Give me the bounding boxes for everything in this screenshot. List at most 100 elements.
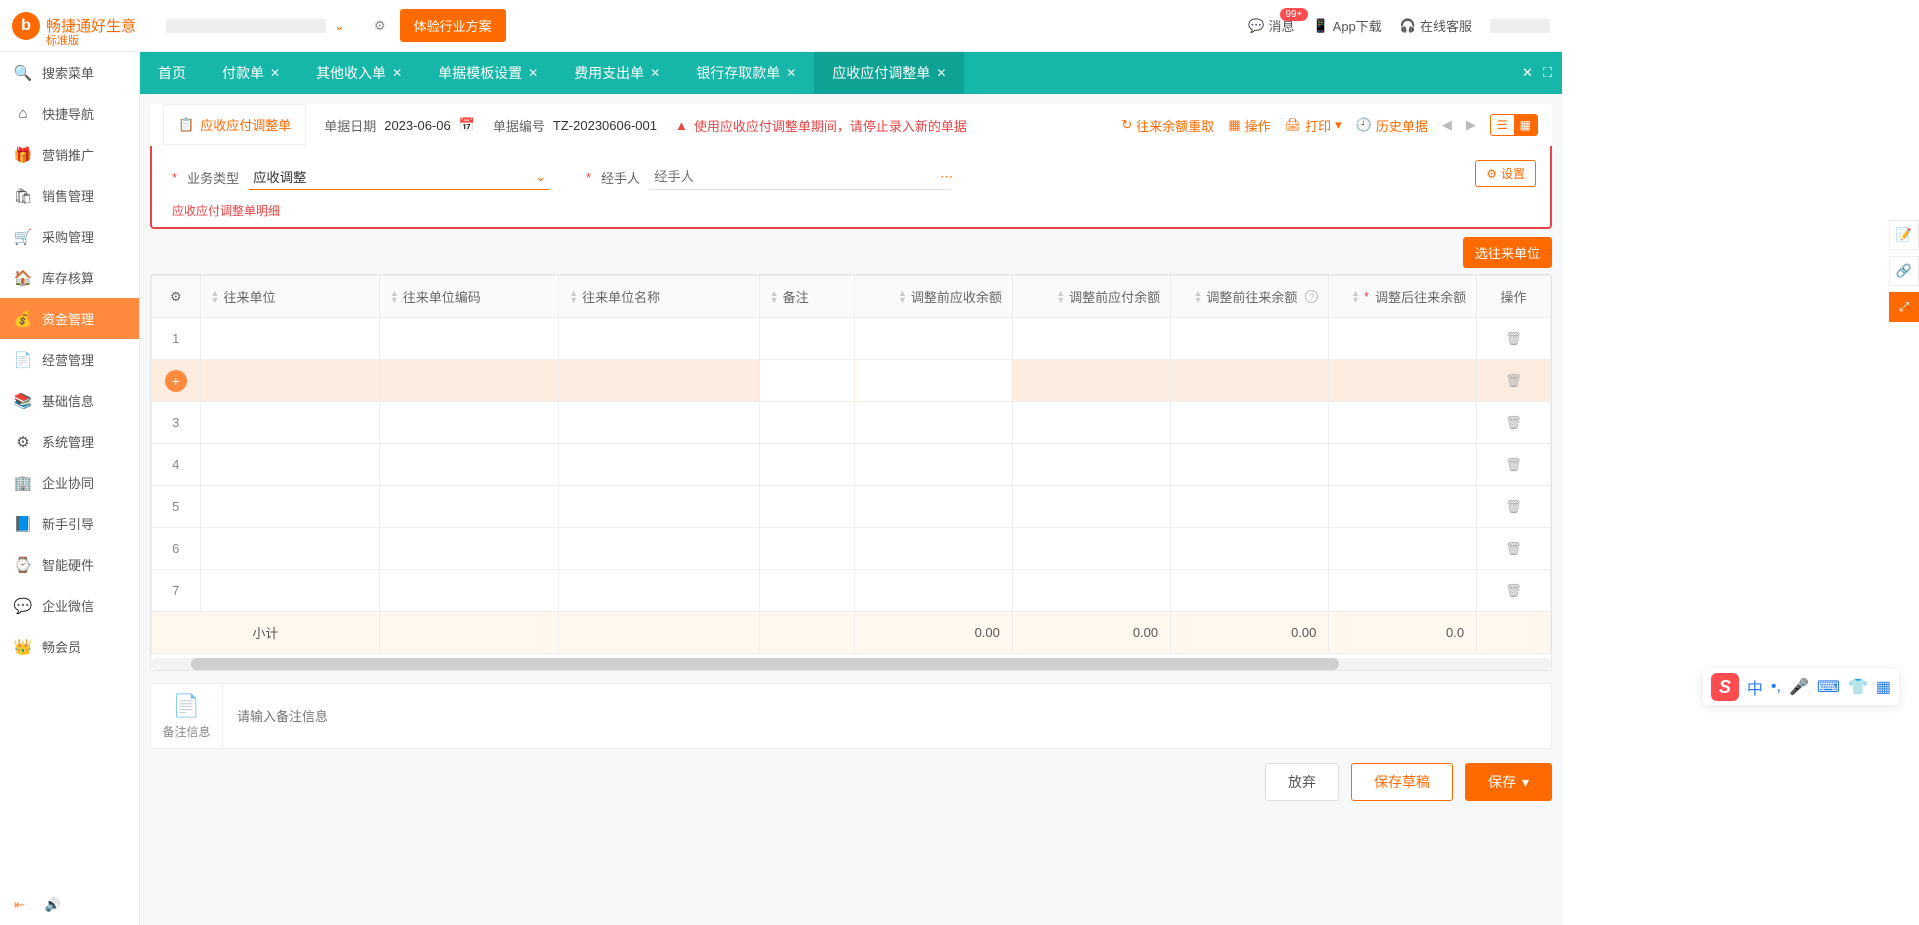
- sidebar-item-inventory[interactable]: 🏠库存核算: [0, 257, 139, 298]
- gear-icon[interactable]: ⚙: [374, 18, 386, 34]
- cell-post-bal[interactable]: [1329, 360, 1477, 402]
- col-unit-name[interactable]: ▲▼往来单位名称: [559, 276, 759, 318]
- operate-button[interactable]: ▦操作: [1228, 116, 1270, 135]
- ime-grid-icon[interactable]: ▦: [1876, 677, 1891, 697]
- cell-post-bal[interactable]: [1329, 318, 1477, 360]
- cell-pre-recv[interactable]: [854, 528, 1012, 570]
- sidebar-item-funds[interactable]: 💰资金管理: [0, 298, 139, 339]
- ime-dot-icon[interactable]: •,: [1771, 678, 1781, 696]
- cell-pre-recv[interactable]: [854, 486, 1012, 528]
- cell-pre-bal[interactable]: [1171, 486, 1329, 528]
- sidebar-item-operation[interactable]: 📄经营管理: [0, 339, 139, 380]
- org-selector[interactable]: ⌄: [166, 18, 366, 34]
- col-config[interactable]: ⚙: [152, 276, 201, 318]
- next-icon[interactable]: ▶: [1466, 117, 1476, 133]
- sidebar-item-system[interactable]: ⚙系统管理: [0, 421, 139, 462]
- cell-pre-pay[interactable]: [1012, 444, 1170, 486]
- cell-pre-recv[interactable]: [854, 318, 1012, 360]
- col-remark[interactable]: ▲▼备注: [759, 276, 854, 318]
- table-row[interactable]: 3🗑: [152, 402, 1551, 444]
- help-icon[interactable]: ?: [1305, 290, 1318, 303]
- sidebar-item-enterprise[interactable]: 🏢企业协同: [0, 462, 139, 503]
- ime-keyboard-icon[interactable]: ⌨: [1817, 677, 1840, 697]
- table-row[interactable]: 6🗑: [152, 528, 1551, 570]
- table-row[interactable]: +🗑: [152, 360, 1551, 402]
- ime-lang[interactable]: 中: [1747, 675, 1763, 699]
- cell-remark[interactable]: [759, 486, 854, 528]
- cell-unit-name[interactable]: [559, 360, 759, 402]
- cell-unit-name[interactable]: [559, 528, 759, 570]
- sidebar-item-quick-nav[interactable]: ⌂快捷导航: [0, 93, 139, 134]
- table-row[interactable]: 5🗑: [152, 486, 1551, 528]
- cell-post-bal[interactable]: [1329, 402, 1477, 444]
- cell-unit[interactable]: [200, 570, 379, 612]
- cell-remark[interactable]: [759, 570, 854, 612]
- fullscreen-icon[interactable]: ⛶: [1543, 65, 1552, 81]
- print-button[interactable]: 🖨打印 ▾: [1285, 116, 1342, 135]
- cell-post-bal[interactable]: [1329, 570, 1477, 612]
- history-button[interactable]: 🕘历史单据: [1356, 116, 1428, 135]
- cell-unit-code[interactable]: [379, 360, 558, 402]
- tab-银行存取款单[interactable]: 银行存取款单✕: [678, 52, 814, 94]
- horizontal-scrollbar[interactable]: [151, 658, 1551, 670]
- col-unit-code[interactable]: ▲▼往来单位编码: [379, 276, 558, 318]
- add-row-button[interactable]: +: [165, 370, 187, 392]
- cell-pre-recv[interactable]: [854, 402, 1012, 444]
- cell-remark[interactable]: [759, 402, 854, 444]
- sidebar-item-search-menu[interactable]: 🔍搜索菜单: [0, 52, 139, 93]
- cell-pre-bal[interactable]: [1171, 318, 1329, 360]
- cell-post-bal[interactable]: [1329, 486, 1477, 528]
- cell-pre-recv[interactable]: [854, 570, 1012, 612]
- experience-button[interactable]: 体验行业方案: [400, 9, 506, 42]
- table-row[interactable]: 4🗑: [152, 444, 1551, 486]
- select-unit-button[interactable]: 选往来单位: [1463, 237, 1552, 268]
- settings-button[interactable]: ⚙设置: [1475, 160, 1536, 187]
- chevron-down-icon[interactable]: ⌄: [535, 169, 546, 185]
- delete-row-button[interactable]: 🗑: [1477, 570, 1551, 612]
- tab-应收应付调整单[interactable]: 应收应付调整单✕: [814, 52, 964, 94]
- delete-row-button[interactable]: 🗑: [1477, 402, 1551, 444]
- app-download-button[interactable]: 📱 App下载: [1312, 16, 1381, 35]
- close-icon[interactable]: ✕: [786, 66, 796, 80]
- cell-post-bal[interactable]: [1329, 444, 1477, 486]
- delete-row-button[interactable]: 🗑: [1477, 360, 1551, 402]
- cell-pre-pay[interactable]: [1012, 486, 1170, 528]
- cell-pre-bal[interactable]: [1171, 402, 1329, 444]
- cell-unit[interactable]: [200, 486, 379, 528]
- close-icon[interactable]: ✕: [650, 66, 660, 80]
- scrollbar-thumb[interactable]: [191, 658, 1339, 670]
- tab-费用支出单[interactable]: 费用支出单✕: [556, 52, 678, 94]
- ime-mic-icon[interactable]: 🎤: [1789, 677, 1809, 697]
- cell-unit[interactable]: [200, 402, 379, 444]
- cell-unit-code[interactable]: [379, 444, 558, 486]
- close-icon[interactable]: ✕: [936, 66, 946, 80]
- cell-unit-code[interactable]: [379, 402, 558, 444]
- table-row[interactable]: 1🗑: [152, 318, 1551, 360]
- cell-remark[interactable]: [759, 528, 854, 570]
- cell-unit-name[interactable]: [559, 318, 759, 360]
- cell-remark[interactable]: [759, 444, 854, 486]
- sidebar-item-purchase[interactable]: 🛒采购管理: [0, 216, 139, 257]
- delete-row-button[interactable]: 🗑: [1477, 528, 1551, 570]
- cell-unit[interactable]: [200, 444, 379, 486]
- save-draft-button[interactable]: 保存草稿: [1351, 763, 1453, 801]
- list-view-icon[interactable]: ☰: [1491, 115, 1514, 135]
- cell-unit-code[interactable]: [379, 570, 558, 612]
- sidebar-item-marketing[interactable]: 🎁营销推广: [0, 134, 139, 175]
- sidebar-item-sales[interactable]: 🛍销售管理: [0, 175, 139, 216]
- date-value[interactable]: 2023-06-06: [384, 118, 451, 133]
- col-post-bal[interactable]: ▲▼*调整后往来余额: [1329, 276, 1477, 318]
- cell-pre-pay[interactable]: [1012, 402, 1170, 444]
- cell-unit-code[interactable]: [379, 528, 558, 570]
- sidebar-item-member[interactable]: 👑畅会员: [0, 626, 139, 667]
- cell-unit-name[interactable]: [559, 486, 759, 528]
- sidebar-item-wechat[interactable]: 💬企业微信: [0, 585, 139, 626]
- user-avatar[interactable]: [1490, 19, 1550, 33]
- cell-remark[interactable]: [759, 318, 854, 360]
- remark-input[interactable]: [223, 709, 1551, 724]
- col-unit[interactable]: ▲▼往来单位: [200, 276, 379, 318]
- cell-unit-name[interactable]: [559, 570, 759, 612]
- cell-post-bal[interactable]: [1329, 528, 1477, 570]
- tab-其他收入单[interactable]: 其他收入单✕: [298, 52, 420, 94]
- cell-pre-bal[interactable]: [1171, 444, 1329, 486]
